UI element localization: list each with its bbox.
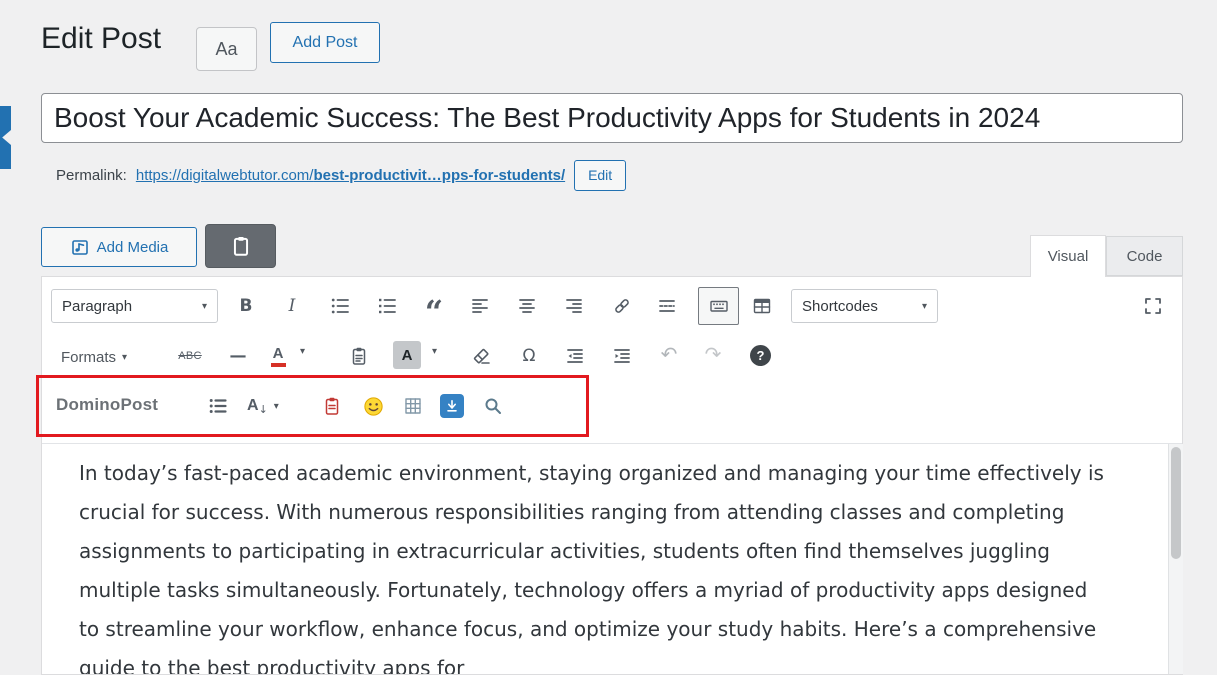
- add-post-button[interactable]: Add Post: [270, 22, 380, 63]
- horizontal-rule-button[interactable]: —: [222, 340, 254, 372]
- fullscreen-icon: [1145, 298, 1161, 314]
- strikethrough-button[interactable]: ABC: [174, 340, 206, 372]
- link-icon: [615, 299, 629, 313]
- editor-content[interactable]: In today’s fast-paced academic environme…: [42, 444, 1167, 674]
- search-button[interactable]: [477, 390, 509, 422]
- table-icon: [753, 298, 771, 314]
- align-left-button[interactable]: [464, 290, 496, 322]
- add-media-button[interactable]: Add Media: [41, 227, 197, 267]
- align-center-icon: [519, 299, 535, 313]
- editor-scrollbar[interactable]: [1168, 444, 1183, 674]
- table-grid-button[interactable]: [397, 390, 429, 422]
- text-color-swatch: [270, 362, 286, 367]
- emoji-button[interactable]: [357, 390, 389, 422]
- bold-button[interactable]: B: [230, 290, 262, 322]
- paste-as-text-button[interactable]: [343, 340, 375, 372]
- font-size-letter: A: [247, 397, 259, 414]
- special-character-button[interactable]: Ω: [513, 340, 545, 372]
- blockquote-button[interactable]: “: [418, 285, 450, 328]
- tab-code[interactable]: Code: [1106, 236, 1183, 276]
- download-button[interactable]: [440, 394, 464, 418]
- smiley-icon: [363, 396, 383, 416]
- numbered-list-icon: [379, 298, 396, 314]
- grid-icon: [405, 398, 421, 414]
- toolbar-toggle-button[interactable]: [698, 287, 739, 325]
- dominopost-label: DominoPost: [56, 395, 159, 414]
- outdent-button[interactable]: [559, 340, 591, 372]
- indent-icon: [614, 349, 630, 363]
- background-color-button[interactable]: A: [393, 341, 421, 369]
- eraser-icon: [473, 348, 490, 364]
- dominopost-clipboard-button[interactable]: [316, 390, 348, 422]
- text-color-caret[interactable]: ▾: [300, 346, 305, 357]
- clipboard-icon: [230, 235, 252, 257]
- text-color-letter: A: [272, 344, 284, 362]
- chevron-down-icon: ▾: [201, 300, 207, 312]
- permalink-url-prefix: https://digitalwebtutor.com/: [135, 166, 314, 184]
- font-size-button[interactable]: A ↓ ▾: [247, 390, 279, 422]
- red-clipboard-icon: [325, 397, 339, 415]
- permalink-link[interactable]: https://digitalwebtutor.com/best-product…: [136, 167, 565, 184]
- more-tag-icon: [659, 300, 675, 312]
- permalink-edit-button[interactable]: Edit: [574, 159, 627, 191]
- page-title: Edit Post: [41, 22, 162, 55]
- shortcodes-dropdown[interactable]: Shortcodes ▾: [791, 289, 938, 323]
- chevron-down-icon: ▾: [921, 300, 927, 312]
- permalink-label: Permalink:: [56, 166, 127, 184]
- redo-button[interactable]: ↷: [697, 338, 729, 370]
- admin-menu-collapsed-edge[interactable]: [0, 106, 11, 169]
- bullet-list-icon: [331, 298, 349, 314]
- align-right-button[interactable]: [558, 290, 590, 322]
- download-icon: [447, 400, 457, 412]
- content-paragraph: In today’s fast-paced academic environme…: [79, 461, 1104, 674]
- chevron-down-icon: ▾: [273, 400, 279, 412]
- fullscreen-button[interactable]: [1137, 290, 1169, 322]
- text-color-button[interactable]: A: [262, 340, 294, 372]
- tab-visual[interactable]: Visual: [1030, 235, 1106, 277]
- dominopost-list-button[interactable]: [202, 390, 234, 422]
- clipboard-button[interactable]: [205, 224, 276, 268]
- bullet-list-button[interactable]: [324, 290, 356, 322]
- formats-dropdown-label: Formats: [61, 348, 117, 366]
- font-size-arrow-icon: ↓: [258, 402, 268, 416]
- link-button[interactable]: [606, 290, 638, 322]
- align-center-button[interactable]: [511, 290, 543, 322]
- align-right-icon: [566, 299, 582, 313]
- permalink-url-slug: best-productivit…pps-for-students/: [313, 166, 566, 184]
- add-media-label: Add Media: [96, 238, 169, 256]
- italic-button[interactable]: I: [276, 290, 308, 322]
- scrollbar-thumb[interactable]: [1171, 447, 1181, 559]
- keyboard-icon: [709, 300, 728, 312]
- text-style-button[interactable]: Aa: [196, 27, 257, 71]
- formats-dropdown[interactable]: Formats ▾: [61, 345, 127, 369]
- clear-formatting-button[interactable]: [465, 340, 497, 372]
- undo-button[interactable]: ↶: [653, 338, 685, 370]
- search-icon: [485, 398, 501, 414]
- shortcodes-dropdown-label: Shortcodes: [802, 297, 878, 315]
- post-title-input[interactable]: [41, 93, 1183, 143]
- editor: Paragraph ▾ B I “ Shortcodes ▾ Formats ▾…: [41, 276, 1183, 675]
- paragraph-dropdown-label: Paragraph: [62, 297, 133, 315]
- outdent-icon: [567, 349, 583, 363]
- add-media-icon: [70, 237, 90, 257]
- paste-as-text-icon: [352, 347, 366, 365]
- numbered-list-button[interactable]: [371, 290, 403, 322]
- background-color-letter: A: [401, 346, 413, 364]
- table-button[interactable]: [746, 290, 778, 322]
- help-button[interactable]: ?: [750, 345, 771, 366]
- chevron-down-icon: ▾: [122, 351, 128, 363]
- indent-button[interactable]: [606, 340, 638, 372]
- more-tag-button[interactable]: [651, 290, 683, 322]
- list-icon: [209, 399, 227, 413]
- background-color-caret[interactable]: ▾: [432, 346, 437, 357]
- permalink-row: Permalink: https://digitalwebtutor.com/b…: [56, 159, 627, 191]
- paragraph-dropdown[interactable]: Paragraph ▾: [51, 289, 218, 323]
- align-left-icon: [472, 299, 488, 313]
